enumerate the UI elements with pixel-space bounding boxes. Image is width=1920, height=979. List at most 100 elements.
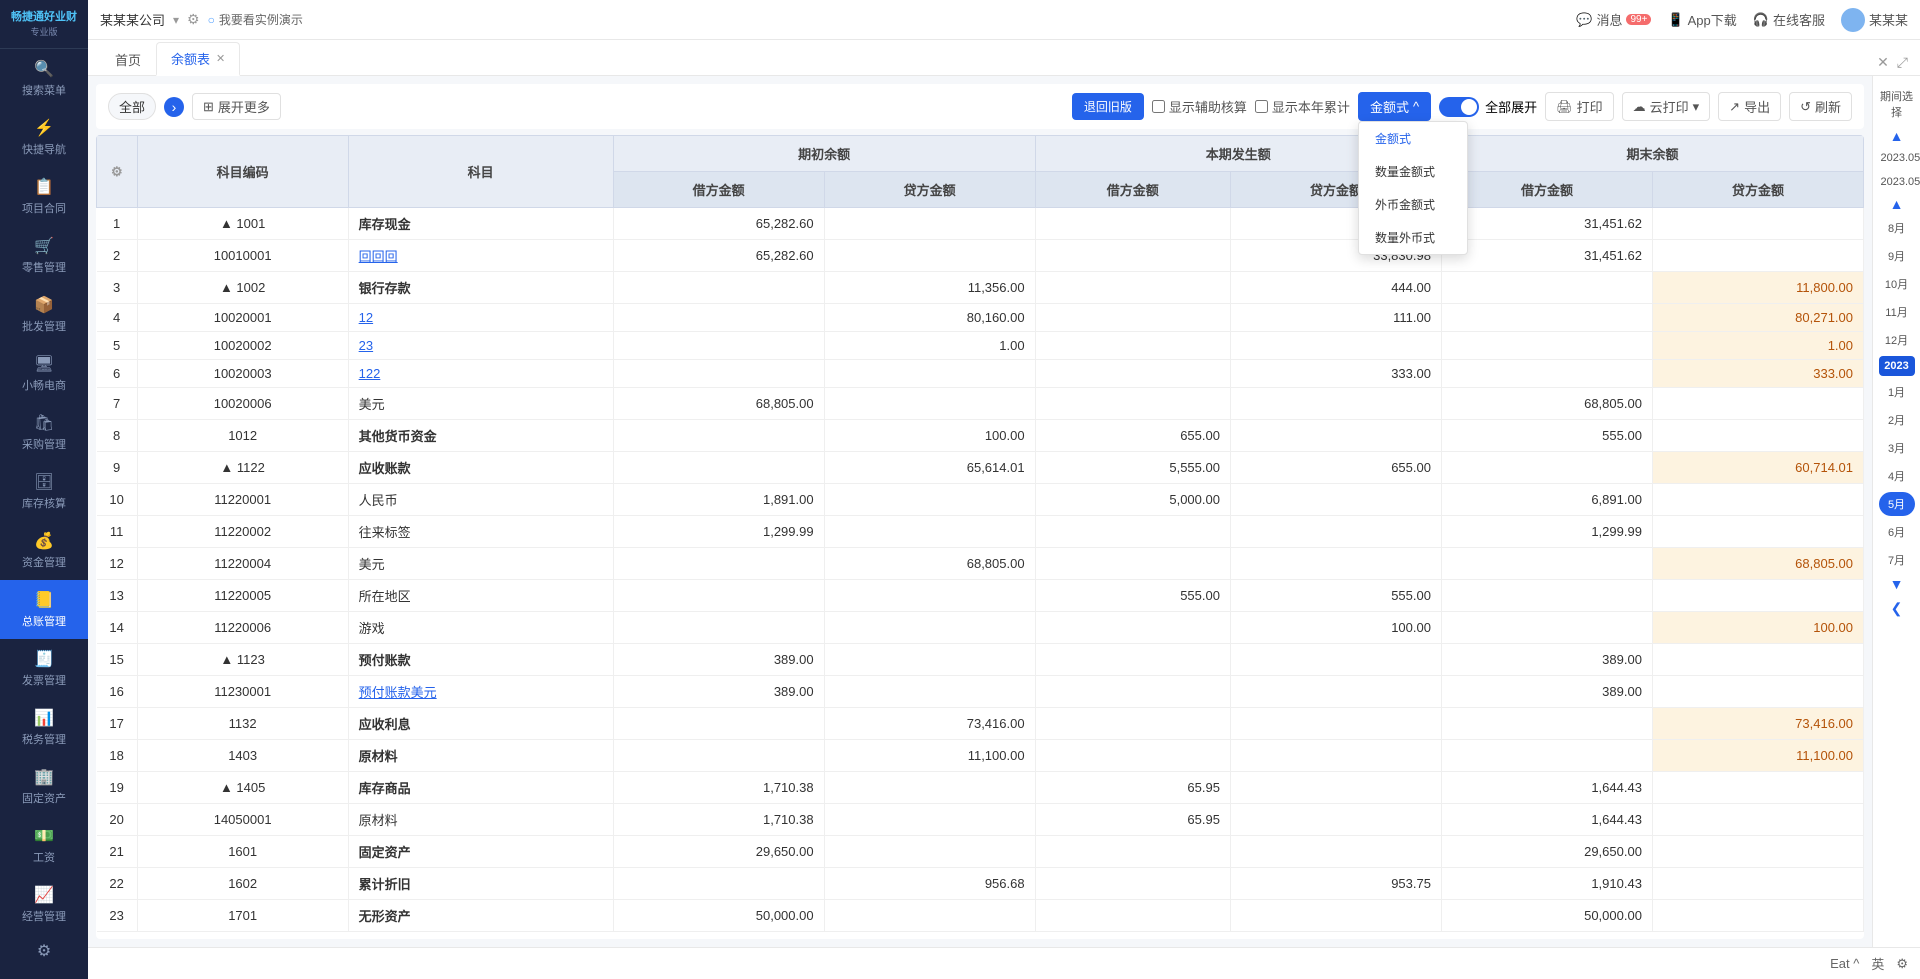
sidebar-item-ledger[interactable]: 📒 总账管理	[0, 580, 88, 639]
period-5[interactable]: 5月	[1879, 492, 1915, 516]
breadcrumb-nav-icon[interactable]: ›	[164, 97, 184, 117]
open-debit-cell	[613, 548, 824, 580]
table-row-name[interactable]: 23	[348, 332, 613, 360]
sidebar-item-invoice[interactable]: 🧾 发票管理	[0, 639, 88, 698]
show-assist-checkbox[interactable]: 显示辅助核算	[1152, 97, 1247, 116]
sidebar-item-purchase[interactable]: 🛍 采购管理	[0, 403, 88, 462]
breadcrumb-all[interactable]: 全部	[108, 93, 156, 120]
tab-home[interactable]: 首页	[100, 43, 156, 75]
sidebar-item-quicknav[interactable]: ⚡ 快捷导航	[0, 108, 88, 167]
table-row-name[interactable]: 无形资产	[348, 900, 613, 932]
table-row-code: 11220004	[137, 548, 348, 580]
table-settings-icon[interactable]: ⚙	[107, 160, 127, 183]
ai-btn[interactable]: Eat ^	[1830, 956, 1859, 971]
period-nav-up[interactable]: ▲	[1890, 128, 1904, 144]
sidebar-item-assets[interactable]: 🏢 固定资产	[0, 757, 88, 816]
open-debit-cell	[613, 708, 824, 740]
period-4[interactable]: 4月	[1879, 464, 1915, 488]
message-btn[interactable]: 💬 消息 99+	[1576, 10, 1651, 29]
user-avatar-btn[interactable]: 某某某	[1841, 8, 1908, 32]
company-dropdown-icon[interactable]: ▾	[173, 13, 179, 27]
style-option-qty-amount[interactable]: 数量金额式	[1359, 155, 1467, 188]
balance-table: ⚙ 科目编码 科目 期初余额 本期发生额 期末余额 借方金额 贷方金额 借方金额	[96, 135, 1864, 932]
topbar-gear-icon[interactable]: ⚙	[187, 11, 200, 28]
period-7[interactable]: 7月	[1879, 548, 1915, 572]
table-row-no: 23	[97, 900, 138, 932]
contract-icon: 📋	[34, 177, 54, 197]
period-3[interactable]: 3月	[1879, 436, 1915, 460]
period-8[interactable]: 8月	[1879, 216, 1915, 240]
table-row-name: 库存现金	[348, 208, 613, 240]
print-btn[interactable]: 🖨 打印	[1545, 92, 1614, 121]
style-option-foreign-amount[interactable]: 外币金额式	[1359, 188, 1467, 221]
tab-close-icon[interactable]: ✕	[216, 52, 225, 65]
table-row-name[interactable]: 应收利息	[348, 708, 613, 740]
table-row-name[interactable]: 固定资产	[348, 836, 613, 868]
style-btn[interactable]: 金额式 ^	[1358, 92, 1431, 121]
open-credit-cell: 956.68	[824, 868, 1035, 900]
lang-btn[interactable]: 英	[1871, 954, 1884, 973]
sidebar-item-tax[interactable]: 📊 税务管理	[0, 698, 88, 757]
period-1[interactable]: 1月	[1879, 380, 1915, 404]
table-row-name[interactable]: 预付账款美元	[348, 676, 613, 708]
expand-all-toggle[interactable]: 全部展开	[1439, 97, 1537, 117]
table-row-name[interactable]: 累计折旧	[348, 868, 613, 900]
settings-gear-icon[interactable]: ⚙	[29, 933, 59, 969]
sidebar-item-ecommerce[interactable]: 🖥 小畅电商	[0, 344, 88, 403]
table-row-name[interactable]: 回回回	[348, 240, 613, 272]
return-old-version-btn[interactable]: 退回旧版	[1072, 93, 1144, 120]
period-2023-05-b[interactable]: 2023.05	[1879, 172, 1915, 192]
period-10[interactable]: 10月	[1879, 272, 1915, 296]
show-ytd-checkbox[interactable]: 显示本年累计	[1255, 97, 1350, 116]
sidebar-item-contract[interactable]: 📋 项目合同	[0, 167, 88, 226]
style-option-amount[interactable]: 金额式	[1359, 122, 1467, 155]
period-2[interactable]: 2月	[1879, 408, 1915, 432]
tab-close-window-btn[interactable]: ✕	[1877, 54, 1889, 71]
open-debit-cell: 68,805.00	[613, 388, 824, 420]
cur-debit-cell	[1035, 548, 1230, 580]
open-credit-cell	[824, 676, 1035, 708]
sidebar-item-search[interactable]: 🔍 搜索菜单	[0, 49, 88, 108]
export-btn[interactable]: ↗ 导出	[1718, 92, 1781, 121]
close-credit-cell: 11,100.00	[1652, 740, 1863, 772]
period-nav-down[interactable]: ▼	[1890, 576, 1904, 592]
online-service-btn[interactable]: 🎧 在线客服	[1753, 10, 1825, 29]
cloud-print-btn[interactable]: ☁ 云打印 ▾	[1622, 92, 1711, 121]
period-collapse-btn[interactable]: ❮	[1887, 596, 1907, 621]
period-2023-05-a[interactable]: 2023.05	[1879, 148, 1915, 168]
period-6[interactable]: 6月	[1879, 520, 1915, 544]
expand-more-btn[interactable]: ⊞ 展开更多	[192, 93, 281, 120]
table-row-name[interactable]: 12	[348, 304, 613, 332]
style-option-qty-foreign[interactable]: 数量外币式	[1359, 221, 1467, 254]
table-row-no: 16	[97, 676, 138, 708]
cur-credit-cell: 655.00	[1230, 452, 1441, 484]
sidebar-item-salary[interactable]: 💵 工资	[0, 816, 88, 875]
tab-maximize-btn[interactable]: ⤢	[1897, 54, 1908, 71]
period-year-2023[interactable]: 2023	[1879, 356, 1915, 376]
table-row-name[interactable]: 其他货币资金	[348, 420, 613, 452]
tab-balance[interactable]: 余额表 ✕	[156, 42, 240, 76]
sidebar-item-inventory[interactable]: 🗄 库存核算	[0, 462, 88, 521]
table-row-name[interactable]: 原材料	[348, 740, 613, 772]
close-debit-cell	[1441, 548, 1652, 580]
expand-all-switch[interactable]	[1439, 97, 1479, 117]
sidebar-item-capital[interactable]: 💰 资金管理	[0, 521, 88, 580]
period-12[interactable]: 12月	[1879, 328, 1915, 352]
app-download-btn[interactable]: 📱 App下载	[1667, 10, 1736, 29]
sidebar-settings[interactable]: ⚙	[19, 923, 69, 979]
sidebar-item-wholesale[interactable]: 📦 批发管理	[0, 285, 88, 344]
sidebar-item-operation[interactable]: 📈 经营管理	[0, 875, 88, 923]
period-9[interactable]: 9月	[1879, 244, 1915, 268]
period-11[interactable]: 11月	[1879, 300, 1915, 324]
bottom-settings-btn[interactable]: ⚙	[1896, 956, 1908, 972]
cur-debit-cell	[1035, 240, 1230, 272]
show-ytd-input[interactable]	[1255, 100, 1268, 113]
show-assist-input[interactable]	[1152, 100, 1165, 113]
sidebar-item-retail[interactable]: 🛒 零售管理	[0, 226, 88, 285]
refresh-btn[interactable]: ↺ 刷新	[1789, 92, 1852, 121]
cur-credit-cell: 555.00	[1230, 580, 1441, 612]
ledger-icon: 📒	[34, 590, 54, 610]
period-nav-up2[interactable]: ▲	[1890, 196, 1904, 212]
table-row-name[interactable]: 122	[348, 360, 613, 388]
demo-link[interactable]: 我要看实例演示	[208, 11, 303, 28]
